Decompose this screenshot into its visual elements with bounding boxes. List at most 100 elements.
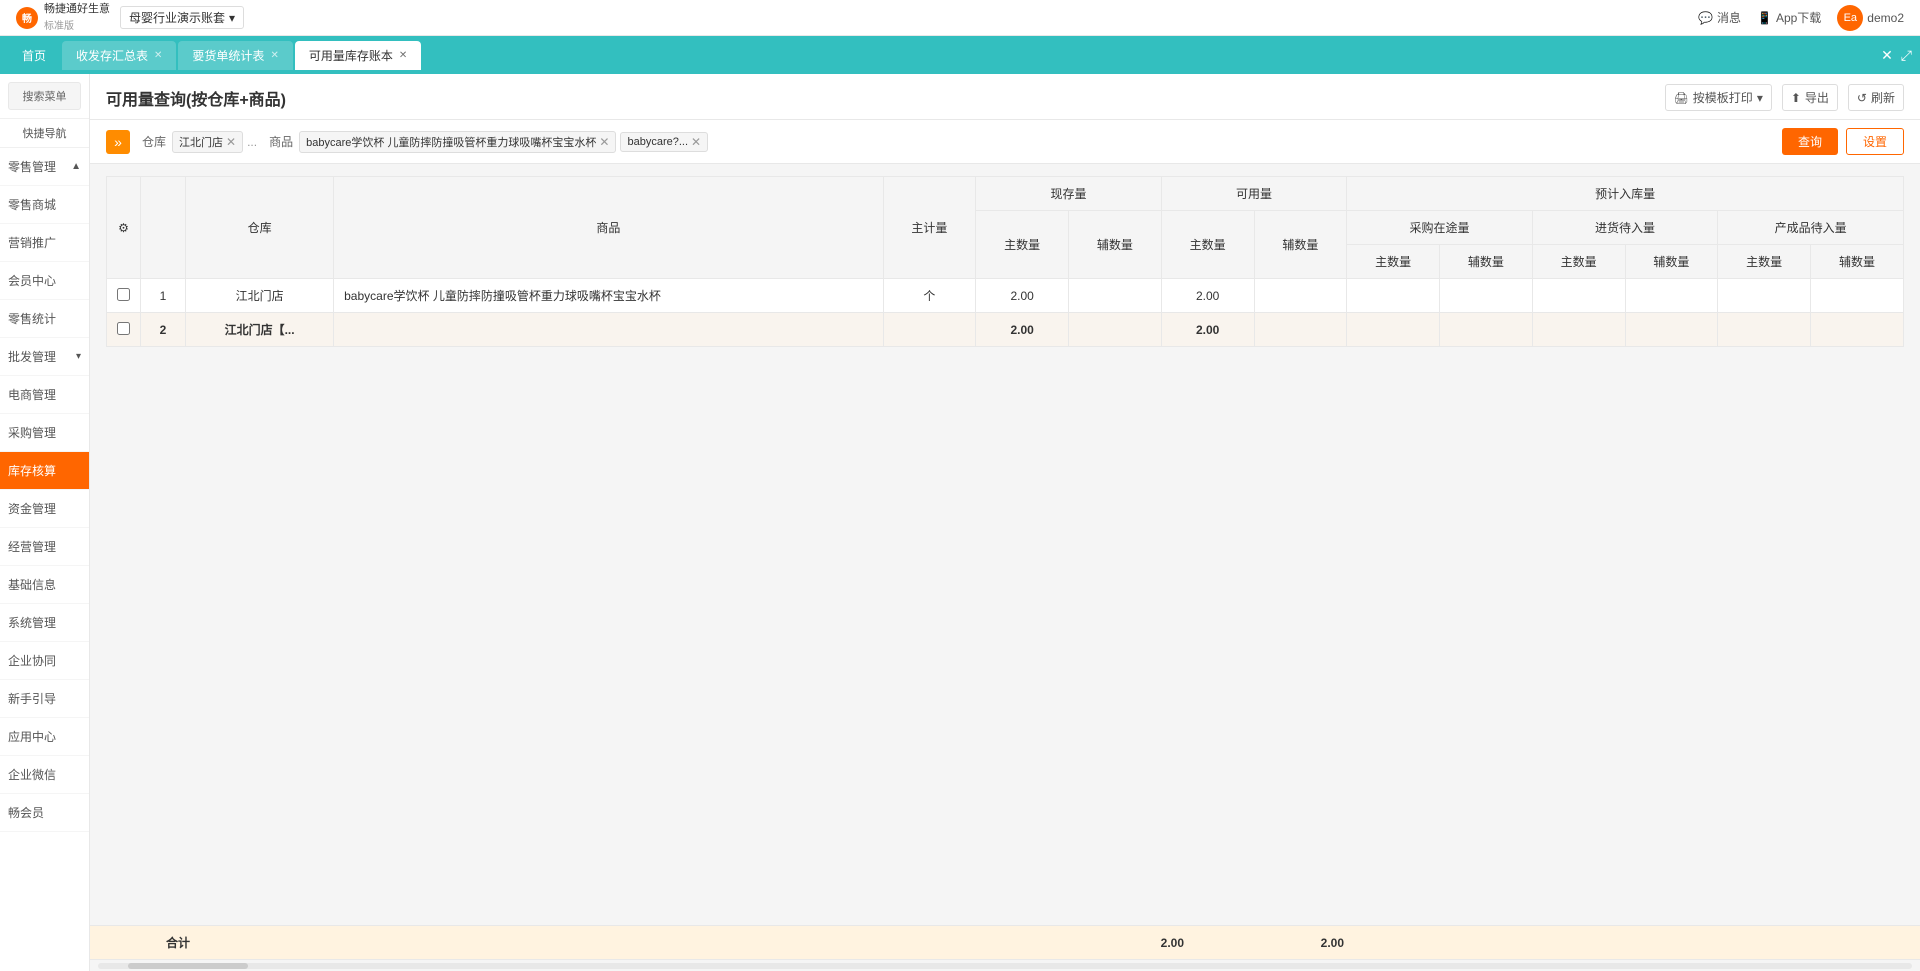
tab-close-2[interactable]: ✕ — [399, 50, 407, 61]
export-btn[interactable]: ⬆ 导出 — [1782, 84, 1838, 111]
sidebar-item-app-center[interactable]: 应用中心 — [0, 718, 89, 756]
product-tags: babycare学饮杯 儿童防摔防撞吸管杯重力球吸嘴杯宝宝水杯 ✕ babyca… — [299, 131, 708, 153]
cell-unit — [883, 313, 976, 347]
page-title: 可用量查询(按仓库+商品) — [106, 86, 286, 110]
chevron-down-icon-print: ▾ — [1757, 91, 1763, 105]
refresh-label: 刷新 — [1871, 89, 1895, 106]
sidebar-item-purchase[interactable]: 采购管理 — [0, 414, 89, 452]
sidebar-label-finance: 资金管理 — [8, 500, 56, 517]
filter-expand-btn[interactable]: » — [106, 130, 130, 154]
warehouse-filter: 仓库 江北门店 ✕ ... — [142, 131, 257, 153]
refresh-icon: ↺ — [1857, 91, 1867, 105]
sidebar-label-marketing: 营销推广 — [8, 234, 56, 251]
sidebar-item-vip[interactable]: 畅会员 — [0, 794, 89, 832]
sidebar-item-members[interactable]: 会员中心 — [0, 262, 89, 300]
sidebar-item-basic-info[interactable]: 基础信息 — [0, 566, 89, 604]
th-available-main: 主数量 — [1161, 211, 1254, 279]
sidebar-label-app-center: 应用中心 — [8, 728, 56, 745]
message-btn[interactable]: 💬 消息 — [1698, 9, 1741, 26]
sidebar-label-retail-shop: 零售商城 — [8, 196, 56, 213]
tab-home[interactable]: 首页 — [8, 41, 60, 70]
cell-product — [334, 313, 883, 347]
cell-incoming-main — [1532, 279, 1625, 313]
sidebar-item-retail-shop[interactable]: 零售商城 — [0, 186, 89, 224]
cell-available-main: 2.00 — [1161, 279, 1254, 313]
tab-collect-summary[interactable]: 收发存汇总表 ✕ — [62, 41, 176, 70]
close-window-icon[interactable]: ✕ — [1881, 47, 1893, 64]
th-warehouse: 仓库 — [186, 177, 334, 279]
sidebar-label-basic-info: 基础信息 — [8, 576, 56, 593]
sidebar-item-guide[interactable]: 新手引导 — [0, 680, 89, 718]
user-menu[interactable]: Ea demo2 — [1837, 5, 1904, 31]
query-btn[interactable]: 查询 — [1782, 128, 1838, 155]
cell-product: babycare学饮杯 儿童防摔防撞吸管杯重力球吸嘴杯宝宝水杯 — [334, 279, 883, 313]
sidebar-item-finance[interactable]: 资金管理 — [0, 490, 89, 528]
sidebar-item-operations[interactable]: 经营管理 — [0, 528, 89, 566]
cell-checkbox[interactable] — [107, 279, 141, 313]
print-label: 按模板打印 — [1693, 89, 1753, 106]
cell-incoming-aux — [1625, 313, 1718, 347]
th-purchase-aux: 辅数量 — [1440, 245, 1533, 279]
sidebar-label-wholesale: 批发管理 — [8, 348, 56, 365]
maximize-icon[interactable]: ⤢ — [1901, 47, 1912, 64]
sidebar-label-wechat: 企业微信 — [8, 766, 56, 783]
scroll-thumb[interactable] — [128, 963, 248, 969]
product-tag-2: babycare?... ✕ — [620, 132, 708, 152]
cell-available-main: 2.00 — [1161, 313, 1254, 347]
chevron-down-icon: ▾ — [229, 11, 235, 25]
sidebar-label-operations: 经营管理 — [8, 538, 56, 555]
tab-close-1[interactable]: ✕ — [270, 50, 278, 61]
settings-btn[interactable]: 设置 — [1846, 128, 1904, 155]
sidebar-search: 搜索菜单 — [0, 74, 89, 119]
table-footer: 合计 2.00 2.00 — [90, 925, 1920, 959]
cell-available-aux — [1254, 279, 1347, 313]
quick-nav-btn[interactable]: 快捷导航 — [0, 119, 89, 148]
sidebar-item-system[interactable]: 系统管理 — [0, 604, 89, 642]
tab-label-1: 要货单统计表 — [192, 47, 264, 64]
sidebar-item-ecommerce[interactable]: 电商管理 — [0, 376, 89, 414]
sidebar-item-retail-mgmt[interactable]: 零售管理 ▲ — [0, 148, 89, 186]
avatar: Ea — [1837, 5, 1863, 31]
cell-checkbox[interactable] — [107, 313, 141, 347]
cell-purchase-main — [1347, 313, 1440, 347]
table-container: ⚙ 仓库 商品 主计量 现存量 可用量 预计入库量 主数量 辅数量 主数量 — [90, 164, 1920, 925]
chevron-icon-2: ▾ — [76, 351, 81, 362]
search-menu-btn[interactable]: 搜索菜单 — [8, 82, 81, 110]
sidebar-item-inventory[interactable]: 库存核算 — [0, 452, 89, 490]
product-tag-remove[interactable]: ✕ — [599, 135, 609, 149]
sidebar-item-enterprise[interactable]: 企业协同 — [0, 642, 89, 680]
product-tag-2-remove[interactable]: ✕ — [691, 135, 701, 149]
refresh-btn[interactable]: ↺ 刷新 — [1848, 84, 1904, 111]
cell-production-aux — [1811, 279, 1904, 313]
sidebar-item-retail-stats[interactable]: 零售统计 — [0, 300, 89, 338]
cell-purchase-aux — [1440, 279, 1533, 313]
sidebar-label-enterprise: 企业协同 — [8, 652, 56, 669]
sidebar-item-wechat[interactable]: 企业微信 — [0, 756, 89, 794]
cell-stock-aux — [1069, 279, 1162, 313]
sidebar-item-marketing[interactable]: 营销推广 — [0, 224, 89, 262]
cell-unit: 个 — [883, 279, 976, 313]
message-icon: 💬 — [1698, 11, 1713, 25]
sidebar-label-system: 系统管理 — [8, 614, 56, 631]
tab-available-stock[interactable]: 可用量库存账本 ✕ — [295, 41, 421, 70]
print-btn[interactable]: 🖨 按模板打印 ▾ — [1665, 84, 1772, 111]
table-row[interactable]: 1 江北门店 babycare学饮杯 儿童防摔防撞吸管杯重力球吸嘴杯宝宝水杯 个… — [107, 279, 1904, 313]
sidebar-label-purchase: 采购管理 — [8, 424, 56, 441]
page-actions: 🖨 按模板打印 ▾ ⬆ 导出 ↺ 刷新 — [1665, 84, 1904, 111]
column-settings-icon[interactable]: ⚙ — [118, 221, 129, 235]
scroll-bar[interactable] — [90, 959, 1920, 971]
tab-close-0[interactable]: ✕ — [154, 50, 162, 61]
warehouse-more-btn[interactable]: ... — [247, 135, 257, 149]
main-layout: 搜索菜单 快捷导航 零售管理 ▲ 零售商城 营销推广 会员中心 零售统计 批发管… — [0, 74, 1920, 971]
th-no — [141, 177, 186, 279]
export-label: 导出 — [1805, 89, 1829, 106]
table-row[interactable]: 2 江北门店【... 2.00 2.00 — [107, 313, 1904, 347]
app-download-btn[interactable]: 📱 App下载 — [1757, 9, 1821, 26]
export-icon: ⬆ — [1791, 91, 1801, 105]
sidebar-label-retail-mgmt: 零售管理 — [8, 158, 56, 175]
th-incoming-group: 进货待入量 — [1532, 211, 1718, 245]
tab-order-stats[interactable]: 要货单统计表 ✕ — [178, 41, 292, 70]
warehouse-tag-remove[interactable]: ✕ — [226, 135, 236, 149]
industry-selector[interactable]: 母婴行业演示账套 ▾ — [120, 6, 244, 29]
sidebar-item-wholesale[interactable]: 批发管理 ▾ — [0, 338, 89, 376]
